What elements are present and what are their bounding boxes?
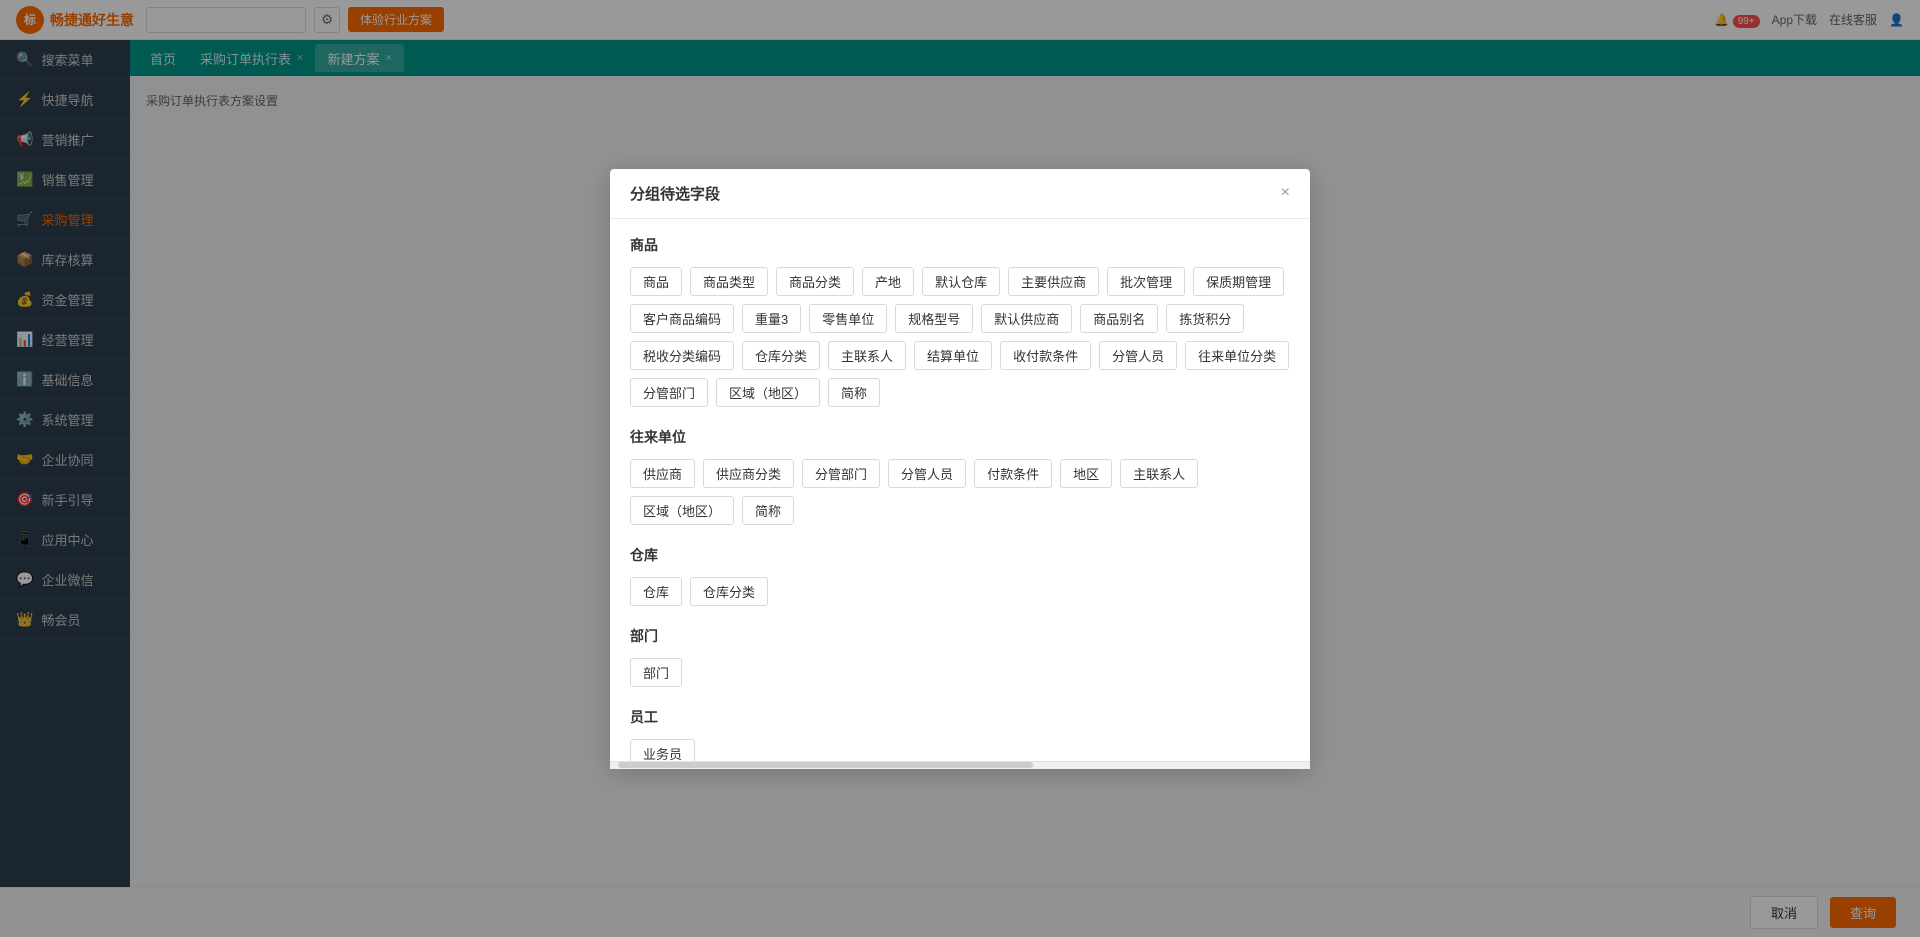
modal-overlay: 分组待选字段 × 商品 商品 商品类型 商品分类 产地 默认仓库 主要供应商 批… (0, 0, 1920, 937)
field-tag-goods-category[interactable]: 商品分类 (776, 267, 854, 296)
field-tag-tax-code[interactable]: 税收分类编码 (630, 341, 734, 370)
section-warehouse-title: 仓库 (630, 545, 1290, 565)
section-goods: 商品 商品 商品类型 商品分类 产地 默认仓库 主要供应商 批次管理 保质期管理… (630, 235, 1290, 407)
field-tag-batch-mgmt[interactable]: 批次管理 (1107, 267, 1185, 296)
section-partner: 往来单位 供应商 供应商分类 分管部门 分管人员 付款条件 地区 主联系人 区域… (630, 427, 1290, 525)
warehouse-field-tags: 仓库 仓库分类 (630, 577, 1290, 606)
field-tag-warehouse-category[interactable]: 仓库分类 (742, 341, 820, 370)
field-tag-manager[interactable]: 分管人员 (1099, 341, 1177, 370)
section-employee: 员工 业务员 (630, 707, 1290, 761)
section-employee-title: 员工 (630, 707, 1290, 727)
modal-title: 分组待选字段 (630, 183, 720, 204)
field-tag-customer-code[interactable]: 客户商品编码 (630, 304, 734, 333)
modal-header: 分组待选字段 × (610, 169, 1310, 219)
hscroll-thumb (618, 762, 1033, 768)
field-tag-region[interactable]: 区域（地区） (716, 378, 820, 407)
field-tag-default-supplier[interactable]: 默认供应商 (981, 304, 1072, 333)
field-tag-dept[interactable]: 部门 (630, 658, 682, 687)
field-tag-default-warehouse[interactable]: 默认仓库 (922, 267, 1000, 296)
section-department: 部门 部门 (630, 626, 1290, 687)
field-tag-warehouse-cat[interactable]: 仓库分类 (690, 577, 768, 606)
field-tag-managing-dept[interactable]: 分管部门 (630, 378, 708, 407)
modal-horizontal-scrollbar[interactable] (610, 761, 1310, 769)
field-tag-goods-type[interactable]: 商品类型 (690, 267, 768, 296)
modal-close-button[interactable]: × (1281, 184, 1290, 202)
modal-dialog: 分组待选字段 × 商品 商品 商品类型 商品分类 产地 默认仓库 主要供应商 批… (610, 169, 1310, 769)
field-tag-main-contact[interactable]: 主联系人 (828, 341, 906, 370)
field-tag-main-supplier[interactable]: 主要供应商 (1008, 267, 1099, 296)
field-tag-supplier[interactable]: 供应商 (630, 459, 695, 488)
employee-field-tags: 业务员 (630, 739, 1290, 761)
field-tag-retail-unit[interactable]: 零售单位 (809, 304, 887, 333)
field-tag-area[interactable]: 地区 (1060, 459, 1112, 488)
section-partner-title: 往来单位 (630, 427, 1290, 447)
field-tag-payment-terms[interactable]: 收付款条件 (1000, 341, 1091, 370)
field-tag-short-name2[interactable]: 简称 (742, 496, 794, 525)
field-tag-short-name[interactable]: 简称 (828, 378, 880, 407)
field-tag-pick-score[interactable]: 拣货积分 (1166, 304, 1244, 333)
field-tag-main-contact2[interactable]: 主联系人 (1120, 459, 1198, 488)
field-tag-shelf-life[interactable]: 保质期管理 (1193, 267, 1284, 296)
field-tag-goods-alias[interactable]: 商品别名 (1080, 304, 1158, 333)
modal-body: 商品 商品 商品类型 商品分类 产地 默认仓库 主要供应商 批次管理 保质期管理… (610, 219, 1310, 761)
field-tag-region2[interactable]: 区域（地区） (630, 496, 734, 525)
field-tag-supplier-category[interactable]: 供应商分类 (703, 459, 794, 488)
partner-field-tags: 供应商 供应商分类 分管部门 分管人员 付款条件 地区 主联系人 区域（地区） … (630, 459, 1290, 525)
department-field-tags: 部门 (630, 658, 1290, 687)
section-goods-title: 商品 (630, 235, 1290, 255)
section-warehouse: 仓库 仓库 仓库分类 (630, 545, 1290, 606)
field-tag-warehouse[interactable]: 仓库 (630, 577, 682, 606)
field-tag-partner-category[interactable]: 往来单位分类 (1185, 341, 1289, 370)
field-tag-salesperson[interactable]: 业务员 (630, 739, 695, 761)
field-tag-weight3[interactable]: 重量3 (742, 304, 801, 333)
field-tag-settlement-unit[interactable]: 结算单位 (914, 341, 992, 370)
field-tag-spec-model[interactable]: 规格型号 (895, 304, 973, 333)
field-tag-person-mgmt[interactable]: 分管人员 (888, 459, 966, 488)
goods-field-tags: 商品 商品类型 商品分类 产地 默认仓库 主要供应商 批次管理 保质期管理 客户… (630, 267, 1290, 407)
field-tag-dept-mgmt[interactable]: 分管部门 (802, 459, 880, 488)
section-department-title: 部门 (630, 626, 1290, 646)
field-tag-payment-cond[interactable]: 付款条件 (974, 459, 1052, 488)
field-tag-goods[interactable]: 商品 (630, 267, 682, 296)
field-tag-origin[interactable]: 产地 (862, 267, 914, 296)
